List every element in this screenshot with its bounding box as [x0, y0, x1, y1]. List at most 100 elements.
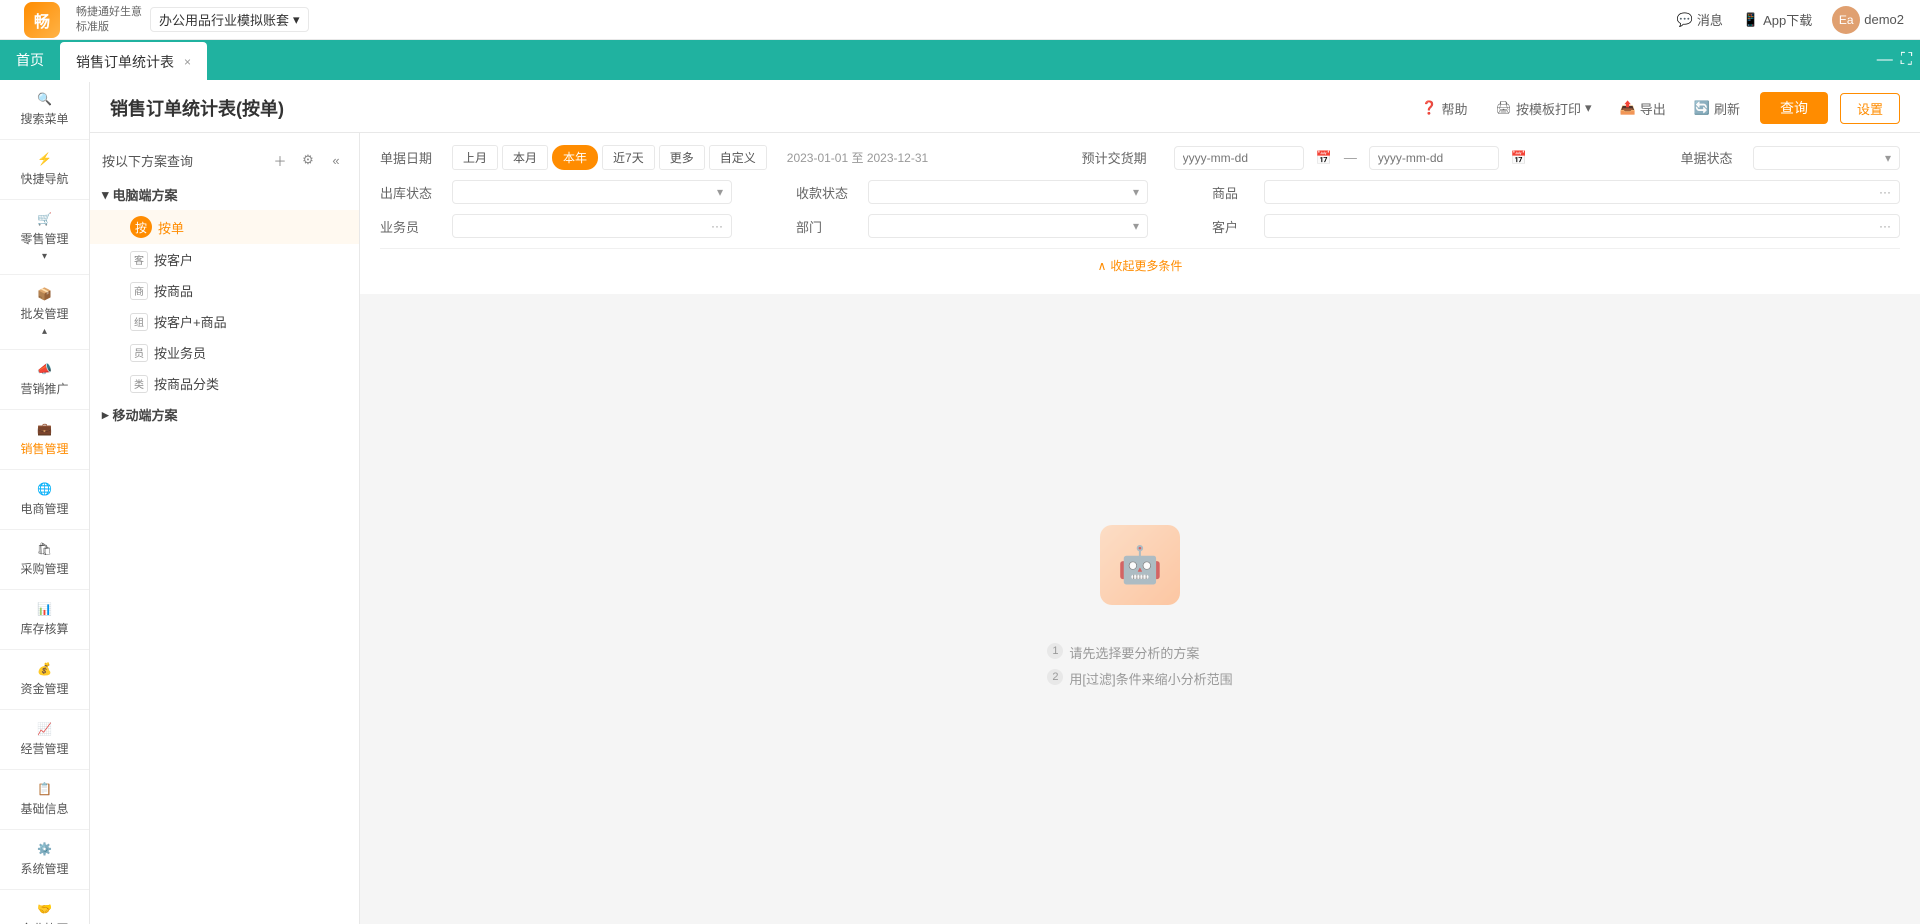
tree-expand-mobile-icon: ▸: [102, 407, 109, 423]
chevron-down-icon: ▾: [293, 12, 300, 28]
product-select[interactable]: ···: [1264, 180, 1900, 204]
sidebar-item-quicknav[interactable]: ⚡ 快捷导航: [0, 140, 89, 200]
left-panel: 按以下方案查询 ＋ ⚙ « ▾ 电脑端方案 按 按单: [90, 133, 360, 924]
tree-expand-icon: ▾: [102, 187, 109, 203]
help-icon: ❓: [1421, 100, 1437, 116]
expected-date-start-input[interactable]: [1174, 146, 1304, 170]
scheme-item-by-customer-product[interactable]: 组 按客户+商品: [90, 306, 359, 337]
add-scheme-button[interactable]: ＋: [269, 149, 291, 171]
payment-status-select[interactable]: ▾: [868, 180, 1148, 204]
retail-icon: 🛒: [37, 212, 52, 226]
scheme-item-by-salesperson[interactable]: 员 按业务员: [90, 337, 359, 368]
customer-more-icon: ···: [1879, 219, 1891, 233]
tab-close-icon[interactable]: ×: [184, 55, 191, 69]
message-action[interactable]: 💬 消息: [1677, 10, 1723, 29]
refresh-button[interactable]: 🔄 刷新: [1686, 95, 1748, 122]
left-panel-actions: ＋ ⚙ «: [269, 149, 347, 171]
refresh-icon: 🔄: [1694, 100, 1710, 116]
calendar-start-icon[interactable]: 📅: [1316, 150, 1332, 166]
tab-home[interactable]: 首页: [0, 40, 60, 80]
sidebar-item-operations[interactable]: 📈 经营管理: [0, 710, 89, 770]
setting-button[interactable]: 设置: [1840, 93, 1900, 124]
sidebar-item-system[interactable]: ⚙️ 系统管理: [0, 830, 89, 890]
header-actions: ❓ 帮助 🖨 按模板打印 ▾ 📤 导出 🔄 刷新 查询 设置: [1413, 92, 1900, 124]
salesperson-more-icon: ···: [711, 219, 723, 233]
customer-select[interactable]: ···: [1264, 214, 1900, 238]
scheme-item-by-product[interactable]: 商 按商品: [90, 275, 359, 306]
sidebar-item-search[interactable]: 🔍 搜索菜单: [0, 80, 89, 140]
filter-area: 单据日期 上月 本月 本年 近7天 更多 自定义 2023-01-01 至 20…: [360, 133, 1920, 294]
top-bar-right: 💬 消息 📱 App下载 Ea demo2: [1677, 6, 1904, 34]
sidebar-item-finance[interactable]: 💰 资金管理: [0, 650, 89, 710]
date-btn-last-month[interactable]: 上月: [452, 145, 498, 170]
salesperson-select[interactable]: ···: [452, 214, 732, 238]
export-button[interactable]: 📤 导出: [1612, 95, 1674, 122]
date-range-text: 2023-01-01 至 2023-12-31: [787, 149, 928, 166]
date-btn-more[interactable]: 更多: [659, 145, 705, 170]
sidebar-item-marketing[interactable]: 📣 营销推广: [0, 350, 89, 410]
scheme-product-icon: 商: [130, 282, 148, 300]
expected-date-end-input[interactable]: [1369, 146, 1499, 170]
sidebar-item-inventory[interactable]: 📊 库存核算: [0, 590, 89, 650]
product-more-icon: ···: [1879, 185, 1891, 199]
scheme-item-by-order[interactable]: 按 按单: [90, 210, 359, 244]
date-btn-last7[interactable]: 近7天: [602, 145, 655, 170]
operations-icon: 📈: [37, 722, 52, 736]
active-scheme-badge: 按: [130, 216, 152, 238]
account-dropdown[interactable]: 办公用品行业模拟账套 ▾: [150, 7, 309, 32]
tab-minimize-icon[interactable]: —: [1877, 51, 1893, 69]
print-dropdown-icon: ▾: [1585, 100, 1592, 116]
date-btn-this-month[interactable]: 本月: [502, 145, 548, 170]
page-title: 销售订单统计表(按单): [110, 95, 284, 121]
help-button[interactable]: ❓ 帮助: [1413, 95, 1475, 122]
enterprise-icon: 🤝: [37, 902, 52, 916]
sidebar-item-sales[interactable]: 💼 销售管理: [0, 410, 89, 470]
payment-status-dropdown-icon: ▾: [1133, 185, 1139, 199]
sidebar-item-retail[interactable]: 🛒 零售管理 ▾: [0, 200, 89, 275]
tab-expand-icon[interactable]: ⛶: [1901, 51, 1912, 69]
sidebar-item-wholesale[interactable]: 📦 批发管理 ▴: [0, 275, 89, 350]
scheme-item-by-category[interactable]: 类 按商品分类: [90, 368, 359, 399]
tree-parent-pc[interactable]: ▾ 电脑端方案: [90, 179, 359, 210]
quicknav-icon: ⚡: [37, 152, 52, 166]
empty-tip-1: 1 请先选择要分析的方案: [1047, 641, 1232, 667]
top-bar-left: 畅 畅捷通好生意 标准版 办公用品行业模拟账套 ▾: [16, 2, 309, 38]
finance-icon: 💰: [37, 662, 52, 676]
tree-parent-mobile[interactable]: ▸ 移动端方案: [90, 399, 359, 430]
empty-tip-2: 2 用[过滤]条件来缩小分析范围: [1047, 667, 1232, 693]
scheme-category-icon: 类: [130, 375, 148, 393]
date-btn-group: 上月 本月 本年 近7天 更多 自定义: [452, 145, 767, 170]
empty-robot-illustration: 🤖: [1100, 525, 1180, 605]
ship-status-select[interactable]: ▾: [452, 180, 732, 204]
scheme-salesperson-icon: 员: [130, 344, 148, 362]
search-icon: 🔍: [37, 92, 52, 106]
filter-row-person: 业务员 ··· 部门 ▾ 客户: [380, 214, 1900, 238]
basic-icon: 📋: [37, 782, 52, 796]
status-select[interactable]: ▾: [1753, 146, 1900, 170]
sidebar-item-enterprise[interactable]: 🤝 企业协同: [0, 890, 89, 924]
department-select[interactable]: ▾: [868, 214, 1148, 238]
calendar-end-icon[interactable]: 📅: [1511, 150, 1527, 166]
page-header: 销售订单统计表(按单) ❓ 帮助 🖨 按模板打印 ▾ 📤 导出 🔄 刷新: [90, 80, 1920, 133]
sidebar-item-ecommerce[interactable]: 🌐 电商管理: [0, 470, 89, 530]
sidebar-item-basic[interactable]: 📋 基础信息: [0, 770, 89, 830]
filter-row-date: 单据日期 上月 本月 本年 近7天 更多 自定义 2023-01-01 至 20…: [380, 145, 1900, 170]
collapse-bar[interactable]: ∧ 收起更多条件: [380, 248, 1900, 282]
app-download-action[interactable]: 📱 App下载: [1743, 10, 1812, 29]
tab-sales-order-stats[interactable]: 销售订单统计表 ×: [60, 42, 207, 82]
user-avatar-action[interactable]: Ea demo2: [1832, 6, 1904, 34]
date-btn-this-year[interactable]: 本年: [552, 145, 598, 170]
settings-scheme-button[interactable]: ⚙: [297, 149, 319, 171]
ecommerce-icon: 🌐: [37, 482, 52, 496]
print-button[interactable]: 🖨 按模板打印 ▾: [1488, 95, 1600, 122]
print-icon: 🖨: [1496, 100, 1513, 116]
scheme-item-by-customer[interactable]: 客 按客户: [90, 244, 359, 275]
scheme-customer-icon: 客: [130, 251, 148, 269]
main-area: 🔍 搜索菜单 ⚡ 快捷导航 🛒 零售管理 ▾ 📦 批发管理 ▴ 📣 营销推广 💼…: [0, 80, 1920, 924]
date-btn-custom[interactable]: 自定义: [709, 145, 767, 170]
retail-expand-icon: ▾: [42, 251, 47, 262]
collapse-panel-button[interactable]: «: [325, 149, 347, 171]
query-button[interactable]: 查询: [1760, 92, 1828, 124]
sidebar-item-purchase[interactable]: 🛍 采购管理: [0, 530, 89, 590]
sidebar: 🔍 搜索菜单 ⚡ 快捷导航 🛒 零售管理 ▾ 📦 批发管理 ▴ 📣 营销推广 💼…: [0, 80, 90, 924]
